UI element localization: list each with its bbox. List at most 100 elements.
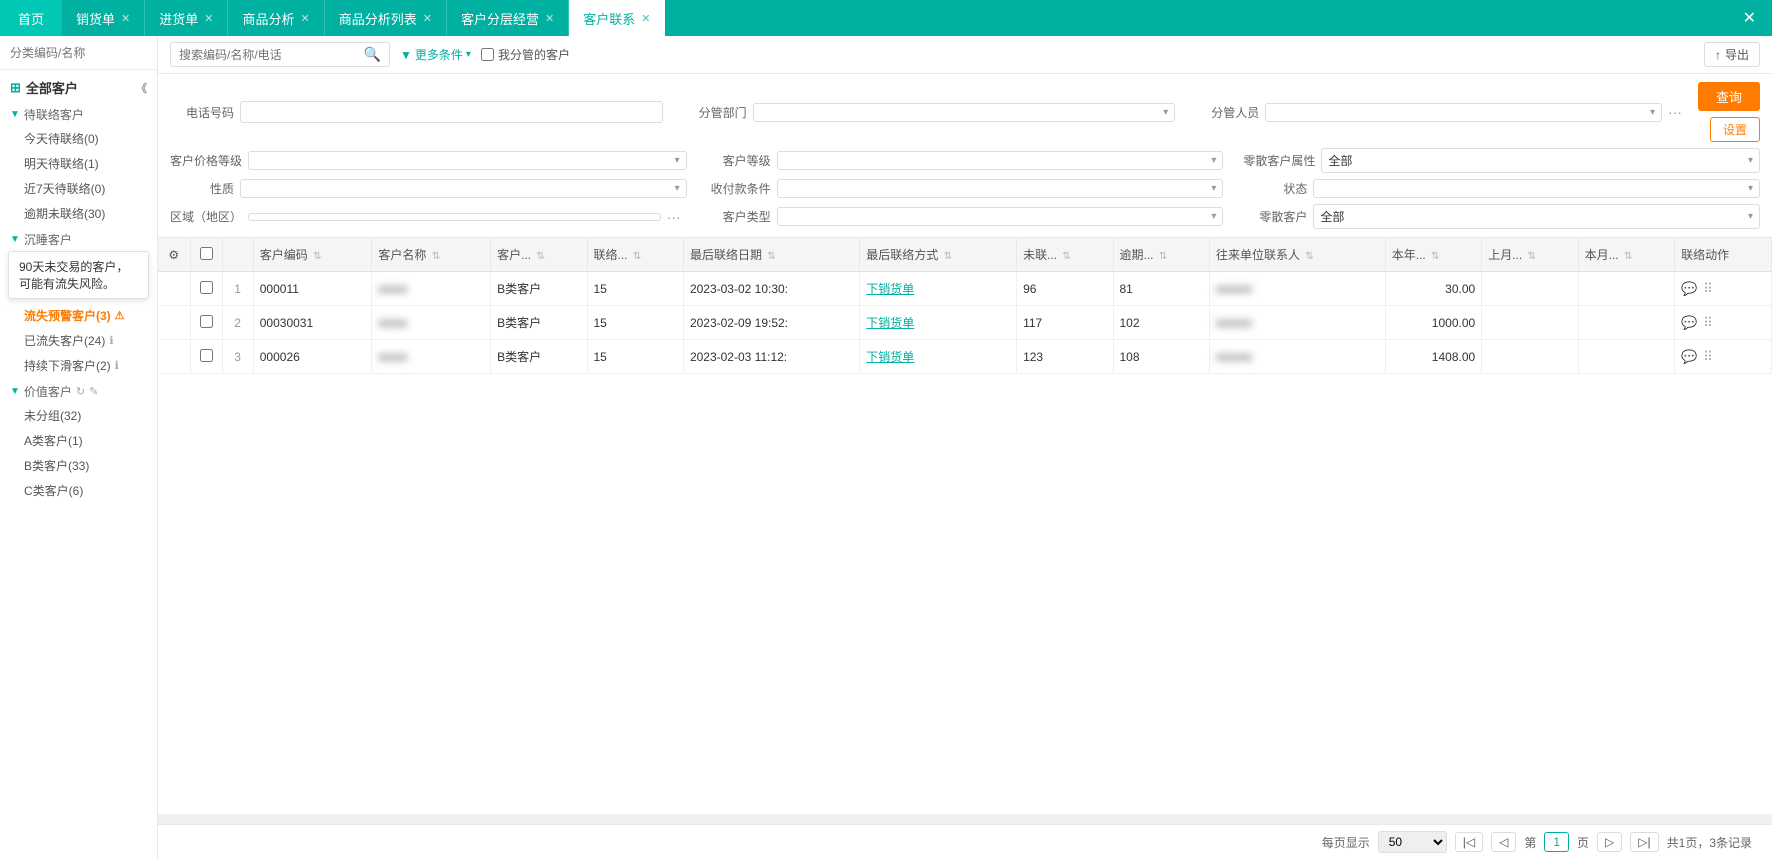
- th-checkbox[interactable]: [190, 238, 222, 272]
- sidebar-item-overdue-contact[interactable]: 逾期未联络(30): [0, 201, 157, 226]
- th-customer-type[interactable]: 客户... ⇅: [491, 238, 587, 272]
- settings-btn[interactable]: 设置: [1710, 117, 1760, 142]
- sidebar-item-today[interactable]: 今天待联络(0): [0, 126, 157, 151]
- th-contact-count[interactable]: 联络... ⇅: [587, 238, 683, 272]
- dept-select[interactable]: ▾: [753, 103, 1176, 122]
- refresh-icon[interactable]: ↻: [76, 385, 85, 398]
- th-contact-person[interactable]: 往来单位联系人 ⇅: [1209, 238, 1385, 272]
- method-link-1[interactable]: 下销货单: [866, 282, 914, 296]
- action-menu-icon-1[interactable]: ⠿: [1703, 281, 1713, 297]
- payment-select[interactable]: ▾: [777, 179, 1224, 198]
- window-close-btn[interactable]: ✕: [1727, 8, 1772, 28]
- sidebar-collapse-btn[interactable]: 《: [136, 80, 147, 96]
- status-select[interactable]: ▾: [1313, 179, 1760, 198]
- price-level-select[interactable]: ▾: [248, 151, 687, 170]
- my-customers-checkbox-container[interactable]: 我分管的客户: [481, 46, 570, 63]
- person-dots[interactable]: ···: [1662, 104, 1688, 120]
- person-select[interactable]: ▾: [1265, 103, 1662, 122]
- sidebar-item-class-a[interactable]: A类客户(1): [0, 428, 157, 453]
- sidebar-item-class-c[interactable]: C类客户(6): [0, 478, 157, 503]
- pagination-first-btn[interactable]: |◁: [1455, 832, 1483, 852]
- my-customers-checkbox[interactable]: [481, 48, 494, 61]
- zero-attr-select[interactable]: 全部 ▾: [1321, 148, 1760, 173]
- phone-input[interactable]: [240, 101, 663, 123]
- more-conditions-btn[interactable]: ▼ 更多条件 ▾: [400, 46, 471, 63]
- nature-select[interactable]: ▾: [240, 179, 687, 198]
- export-btn[interactable]: ↑ 导出: [1704, 42, 1760, 67]
- sidebar-item-class-b[interactable]: B类客户(33): [0, 453, 157, 478]
- query-btn[interactable]: 查询: [1698, 82, 1760, 111]
- search-icon[interactable]: 🔍: [364, 46, 381, 63]
- tab-goods-analysis-list[interactable]: 商品分析列表 ✕: [325, 0, 447, 36]
- pagination-last-btn[interactable]: ▷|: [1630, 832, 1658, 852]
- td-checkbox-2[interactable]: [190, 306, 222, 340]
- th-this-year[interactable]: 本年... ⇅: [1385, 238, 1481, 272]
- row-checkbox-1[interactable]: [200, 281, 213, 294]
- pagination-next-btn[interactable]: ▷: [1597, 832, 1622, 852]
- sidebar-group-waiting[interactable]: ▼ 待联络客户: [0, 101, 157, 126]
- main-layout: 🔍 ⊞ 全部客户 《 ▼ 待联络客户 今天待联络(0) 明天待联络(1) 近7天…: [0, 36, 1772, 859]
- method-link-3[interactable]: 下销货单: [866, 350, 914, 364]
- sidebar-search-input[interactable]: [10, 46, 158, 60]
- sidebar-item-tomorrow[interactable]: 明天待联络(1): [0, 151, 157, 176]
- tab-sales-close[interactable]: ✕: [121, 12, 130, 25]
- row-checkbox-3[interactable]: [200, 349, 213, 362]
- tab-goods-analysis-list-close[interactable]: ✕: [423, 12, 432, 25]
- pagination-prev-btn[interactable]: ◁: [1491, 832, 1516, 852]
- tab-customer-tier-close[interactable]: ✕: [545, 12, 554, 25]
- h-scrollbar[interactable]: [158, 814, 1772, 824]
- sidebar-item-declining[interactable]: 持续下滑客户(2) ℹ: [0, 353, 157, 378]
- sidebar-group-dormant[interactable]: ▼ 沉睡客户: [0, 226, 157, 251]
- td-method-1[interactable]: 下销货单: [860, 272, 1017, 306]
- tab-customer-contact-close[interactable]: ✕: [641, 12, 650, 25]
- per-page-select[interactable]: 50 100 200: [1378, 831, 1447, 853]
- action-chat-icon-2[interactable]: 💬: [1681, 315, 1697, 331]
- tab-purchase-close[interactable]: ✕: [204, 12, 213, 25]
- sidebar-group-value[interactable]: ▼ 价值客户 ↻ ✎: [0, 378, 157, 403]
- th-code-label: 客户编码: [260, 248, 308, 262]
- tab-customer-contact[interactable]: 客户联系 ✕: [569, 0, 665, 36]
- edit-icon[interactable]: ✎: [89, 385, 98, 398]
- th-settings[interactable]: ⚙: [158, 238, 190, 272]
- th-last-month[interactable]: 上月... ⇅: [1482, 238, 1578, 272]
- th-unlisted[interactable]: 未联... ⇅: [1017, 238, 1113, 272]
- tab-customer-tier[interactable]: 客户分层经营 ✕: [447, 0, 569, 36]
- sidebar-item-churn-warning[interactable]: 流失预警客户(3) ⚠: [0, 303, 157, 328]
- region-dots[interactable]: ···: [661, 209, 687, 225]
- tab-goods-analysis[interactable]: 商品分析 ✕: [228, 0, 324, 36]
- tab-home[interactable]: 首页: [0, 0, 62, 36]
- region-select[interactable]: [248, 213, 661, 221]
- customer-type-select[interactable]: ▾: [777, 207, 1224, 226]
- th-code[interactable]: 客户编码 ⇅: [253, 238, 372, 272]
- tab-goods-analysis-close[interactable]: ✕: [301, 12, 310, 25]
- action-chat-icon-1[interactable]: 💬: [1681, 281, 1697, 297]
- customer-level-select[interactable]: ▾: [777, 151, 1224, 170]
- tab-purchase[interactable]: 进货单 ✕: [145, 0, 228, 36]
- action-menu-icon-3[interactable]: ⠿: [1703, 349, 1713, 365]
- th-overdue[interactable]: 逾期... ⇅: [1113, 238, 1209, 272]
- sidebar-tooltip-text: 90天未交易的客户，可能有流失风险。: [19, 260, 128, 291]
- th-last-contact-method[interactable]: 最后联络方式 ⇅: [860, 238, 1017, 272]
- action-chat-icon-3[interactable]: 💬: [1681, 349, 1697, 365]
- th-last-contact-date[interactable]: 最后联络日期 ⇅: [683, 238, 859, 272]
- sidebar-item-churned[interactable]: 已流失客户(24) ℹ: [0, 328, 157, 353]
- sidebar-item-7days[interactable]: 近7天待联络(0): [0, 176, 157, 201]
- td-checkbox-3[interactable]: [190, 340, 222, 374]
- td-num-2: 2: [222, 306, 253, 340]
- td-method-2[interactable]: 下销货单: [860, 306, 1017, 340]
- phone-label: 电话号码: [170, 104, 240, 121]
- td-checkbox-1[interactable]: [190, 272, 222, 306]
- tab-sales[interactable]: 销货单 ✕: [62, 0, 145, 36]
- action-menu-icon-2[interactable]: ⠿: [1703, 315, 1713, 331]
- th-this-month[interactable]: 本月... ⇅: [1578, 238, 1674, 272]
- sidebar-item-unclassified[interactable]: 未分组(32): [0, 403, 157, 428]
- method-link-2[interactable]: 下销货单: [866, 316, 914, 330]
- zero-customer-select[interactable]: 全部 ▾: [1313, 204, 1760, 229]
- search-input[interactable]: [179, 48, 364, 62]
- th-name[interactable]: 客户名称 ⇅: [372, 238, 491, 272]
- sidebar-all-customers[interactable]: ⊞ 全部客户 《: [0, 70, 157, 101]
- zero-attr-val: 全部: [1328, 152, 1352, 169]
- td-method-3[interactable]: 下销货单: [860, 340, 1017, 374]
- select-all-checkbox[interactable]: [200, 247, 213, 260]
- row-checkbox-2[interactable]: [200, 315, 213, 328]
